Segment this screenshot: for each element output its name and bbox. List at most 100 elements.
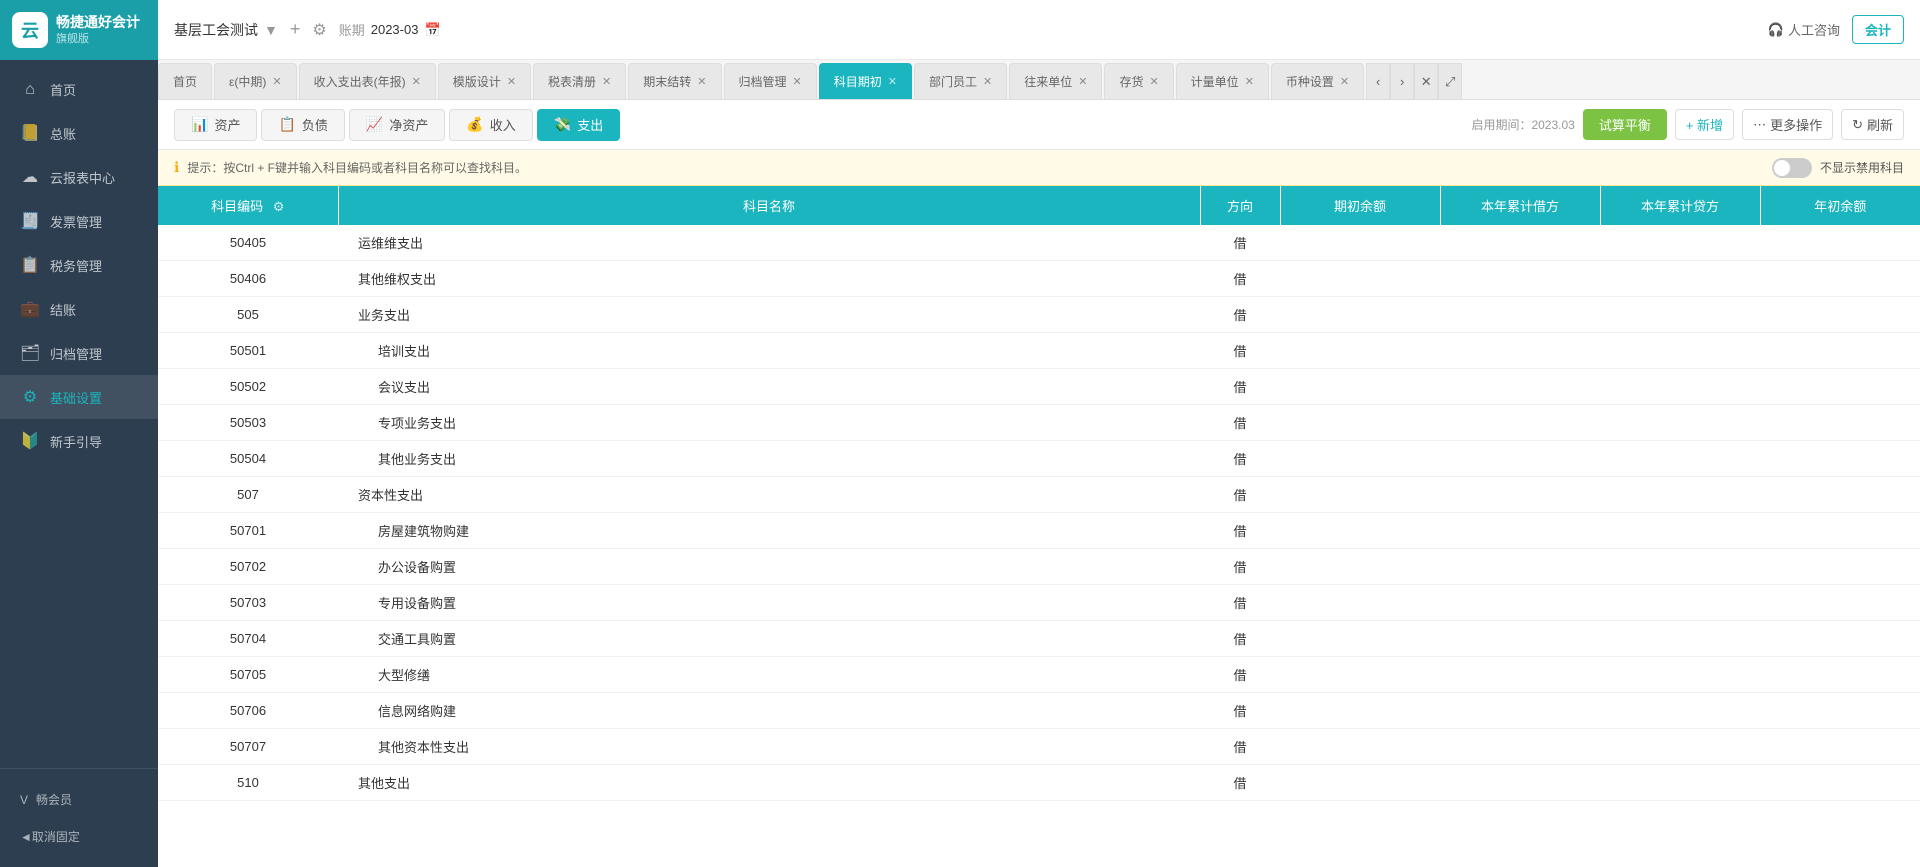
company-dropdown-arrow[interactable]: ▼ xyxy=(264,22,278,38)
tab-往来单位[interactable]: 往来单位✕ xyxy=(1009,63,1102,99)
tab-币种设置[interactable]: 币种设置✕ xyxy=(1271,63,1364,99)
table-row[interactable]: 507资本性支出借 xyxy=(158,477,1920,513)
balance-btn[interactable]: 试算平衡 xyxy=(1583,109,1667,140)
tab-close-icon[interactable]: ✕ xyxy=(983,75,992,88)
cell-opening-balance xyxy=(1280,585,1440,621)
tab-close-all-btn[interactable]: ✕ xyxy=(1414,63,1438,99)
cell-code: 507 xyxy=(158,477,338,513)
cell-direction: 借 xyxy=(1200,513,1280,549)
subtab-label: 收入 xyxy=(490,115,516,134)
cell-direction: 借 xyxy=(1200,765,1280,801)
table-row[interactable]: 50706信息网络购建借 xyxy=(158,693,1920,729)
table-row[interactable]: 50504其他业务支出借 xyxy=(158,441,1920,477)
account-btn[interactable]: 会计 xyxy=(1852,15,1904,44)
tab-close-icon[interactable]: ✕ xyxy=(272,75,281,88)
table-row[interactable]: 50503专项业务支出借 xyxy=(158,405,1920,441)
tab-收入支出表(年报)[interactable]: 收入支出表(年报)✕ xyxy=(299,63,436,99)
tab-close-icon[interactable]: ✕ xyxy=(602,75,611,88)
table-row[interactable]: 50705大型修缮借 xyxy=(158,657,1920,693)
subtab-负债[interactable]: 📋负债 xyxy=(261,109,344,141)
cell-year-opening xyxy=(1760,585,1920,621)
help-btn[interactable]: 🎧 人工咨询 xyxy=(1768,20,1840,39)
more-btn[interactable]: ⋯ 更多操作 xyxy=(1742,109,1833,140)
table-row[interactable]: 50501培训支出借 xyxy=(158,333,1920,369)
tab-close-icon[interactable]: ✕ xyxy=(507,75,516,88)
vip-item[interactable]: V 畅会员 xyxy=(0,781,158,818)
table-row[interactable]: 50406其他维权支出借 xyxy=(158,261,1920,297)
tab-label: 计量单位 xyxy=(1191,73,1239,90)
table-row[interactable]: 50701房屋建筑物购建借 xyxy=(158,513,1920,549)
table-row[interactable]: 50707其他资本性支出借 xyxy=(158,729,1920,765)
cell-year-opening xyxy=(1760,297,1920,333)
sidebar-icon: 🧾 xyxy=(20,211,40,231)
tab-首页[interactable]: 首页 xyxy=(158,63,212,99)
tab-模版设计[interactable]: 模版设计✕ xyxy=(438,63,531,99)
tab-科目期初[interactable]: 科目期初✕ xyxy=(819,63,912,99)
sidebar-item-新手引导[interactable]: 🔰新手引导 xyxy=(0,419,158,463)
table-row[interactable]: 505业务支出借 xyxy=(158,297,1920,333)
col-settings-icon[interactable]: ⚙ xyxy=(273,199,285,215)
tab-close-icon[interactable]: ✕ xyxy=(1078,75,1087,88)
tab-归档管理[interactable]: 归档管理✕ xyxy=(724,63,817,99)
tab-close-icon[interactable]: ✕ xyxy=(697,75,706,88)
tab-期末结转[interactable]: 期末结转✕ xyxy=(628,63,721,99)
tab-存货[interactable]: 存货✕ xyxy=(1104,63,1173,99)
sidebar-item-云报表中心[interactable]: ☁云报表中心 xyxy=(0,155,158,199)
cell-code: 50704 xyxy=(158,621,338,657)
tab-close-icon[interactable]: ✕ xyxy=(793,75,802,88)
sidebar-item-发票管理[interactable]: 🧾发票管理 xyxy=(0,199,158,243)
tab-next-btn[interactable]: › xyxy=(1390,63,1414,99)
sidebar-footer: V 畅会员 ◄取消固定 xyxy=(0,768,158,867)
cell-opening-balance xyxy=(1280,297,1440,333)
table-wrapper: 科目编码 ⚙ 科目名称 方向 期初余额 本年累计借方 本年累计贷方 年初余额 5… xyxy=(158,186,1920,867)
subtab-收入[interactable]: 💰收入 xyxy=(449,109,532,141)
cell-year-opening xyxy=(1760,657,1920,693)
table-row[interactable]: 50502会议支出借 xyxy=(158,369,1920,405)
table-row[interactable]: 50703专用设备购置借 xyxy=(158,585,1920,621)
calendar-icon[interactable]: 📅 xyxy=(424,22,440,38)
tab-税表清册[interactable]: 税表清册✕ xyxy=(533,63,626,99)
cell-direction: 借 xyxy=(1200,693,1280,729)
tab-close-icon[interactable]: ✕ xyxy=(888,75,897,88)
tab-prev-btn[interactable]: ‹ xyxy=(1366,63,1390,99)
table-row[interactable]: 510其他支出借 xyxy=(158,765,1920,801)
table-row[interactable]: 50704交通工具购置借 xyxy=(158,621,1920,657)
subtab-资产[interactable]: 📊资产 xyxy=(174,109,257,141)
tab-计量单位[interactable]: 计量单位 ✕ xyxy=(1176,63,1269,99)
cell-name: 其他资本性支出 xyxy=(338,729,1200,765)
cell-code: 50705 xyxy=(158,657,338,693)
cell-ytd-debit xyxy=(1440,441,1600,477)
sidebar-item-结账[interactable]: 💼结账 xyxy=(0,287,158,331)
sidebar-item-首页[interactable]: ⌂首页 xyxy=(0,68,158,111)
sidebar-label: 结账 xyxy=(50,300,76,319)
tab-close-icon[interactable]: ✕ xyxy=(1340,75,1349,88)
cell-name: 业务支出 xyxy=(338,297,1200,333)
subtab-支出[interactable]: 💸支出 xyxy=(537,109,620,141)
cell-ytd-debit xyxy=(1440,585,1600,621)
header-name: 科目名称 xyxy=(338,186,1200,225)
tab-expand-btn[interactable]: ⤢ xyxy=(1438,63,1462,99)
tab-close-icon[interactable]: ✕ xyxy=(1245,75,1254,88)
tab-ε(中期)[interactable]: ε(中期)✕ xyxy=(214,63,297,99)
tab-close-icon[interactable]: ✕ xyxy=(412,75,421,88)
add-tab-btn[interactable]: + xyxy=(290,19,301,40)
table-row[interactable]: 50702办公设备购置借 xyxy=(158,549,1920,585)
table-row[interactable]: 50405运维维支出借 xyxy=(158,225,1920,261)
header-opening: 期初余额 xyxy=(1280,186,1440,225)
cell-opening-balance xyxy=(1280,549,1440,585)
cell-name: 会议支出 xyxy=(338,369,1200,405)
tab-部门员工[interactable]: 部门员工✕ xyxy=(914,63,1007,99)
topbar-settings-icon[interactable]: ⚙ xyxy=(312,20,326,40)
refresh-btn[interactable]: ↻ 刷新 xyxy=(1841,109,1904,140)
add-btn[interactable]: + 新增 xyxy=(1675,109,1734,140)
disable-toggle[interactable] xyxy=(1772,158,1812,178)
sidebar-item-基础设置[interactable]: ⚙基础设置 xyxy=(0,375,158,419)
tab-close-icon[interactable]: ✕ xyxy=(1149,75,1158,88)
cell-year-opening xyxy=(1760,621,1920,657)
sidebar-item-总账[interactable]: 📒总账 xyxy=(0,111,158,155)
sidebar-item-归档管理[interactable]: 🗂归档管理 xyxy=(0,331,158,375)
unpin-item[interactable]: ◄取消固定 xyxy=(0,818,158,855)
sidebar-item-税务管理[interactable]: 📋税务管理 xyxy=(0,243,158,287)
subtab-净资产[interactable]: 📈净资产 xyxy=(349,109,445,141)
company-name[interactable]: 基层工会测试 ▼ xyxy=(174,20,278,40)
